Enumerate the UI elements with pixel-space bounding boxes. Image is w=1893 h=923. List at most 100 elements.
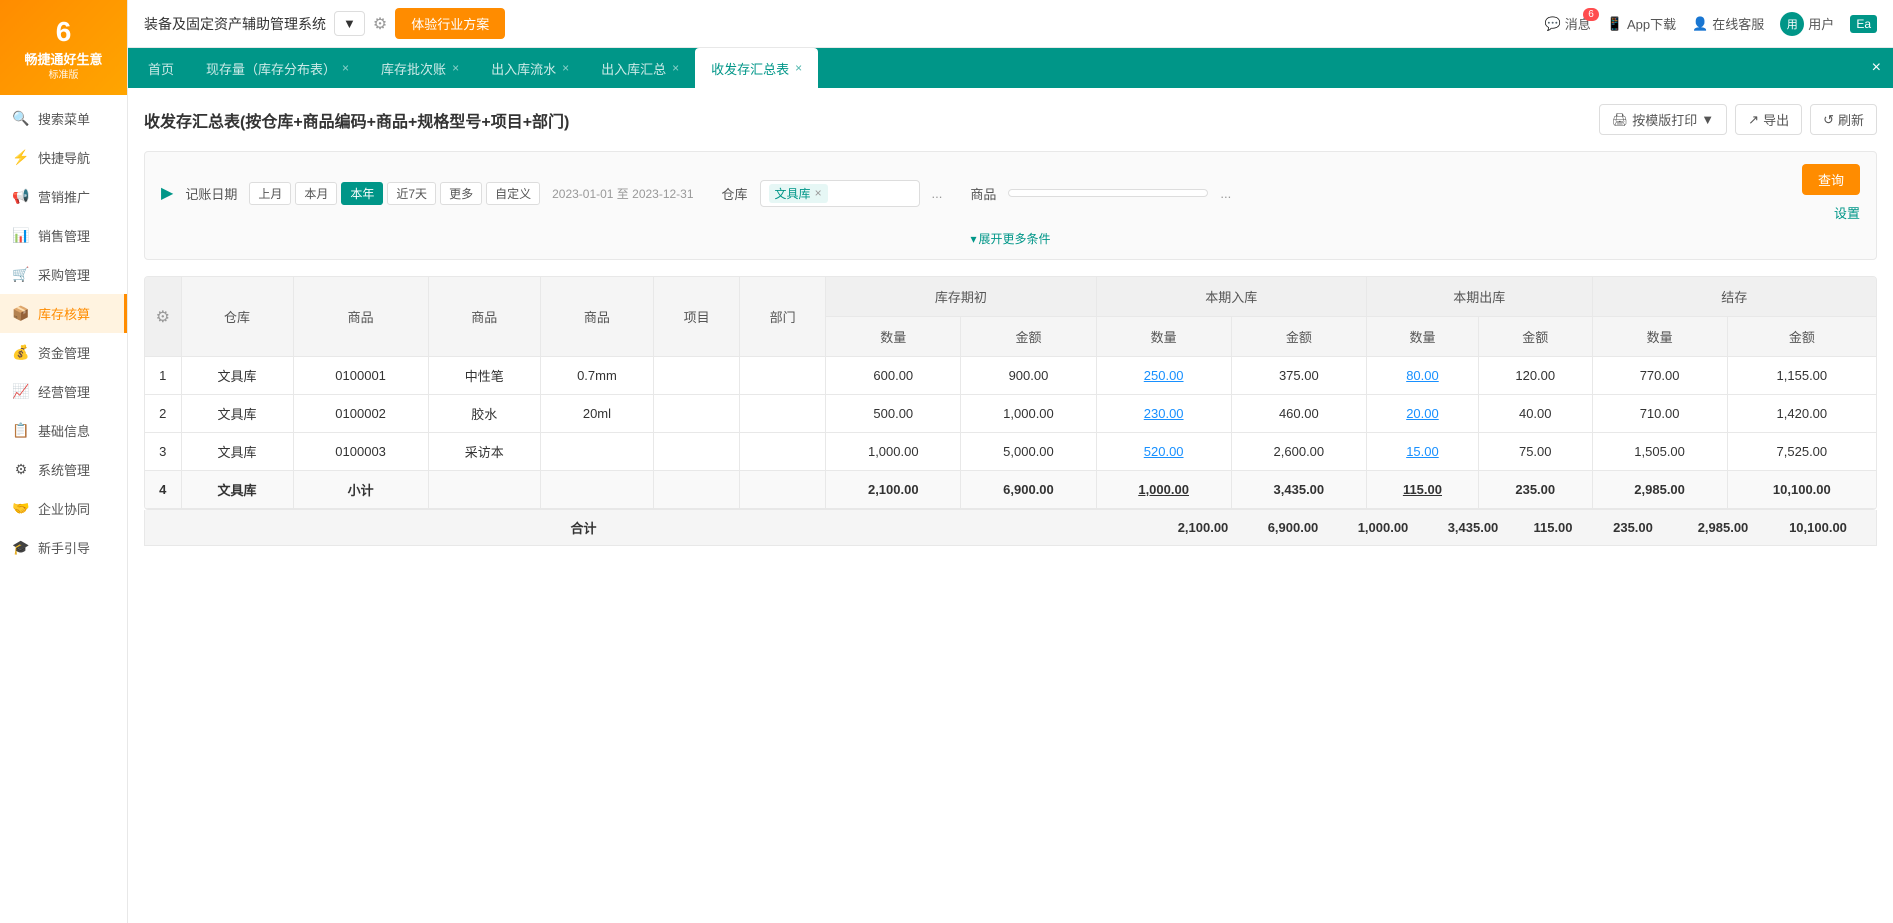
date-btn-custom[interactable]: 自定义 <box>486 182 540 205</box>
query-button[interactable]: 查询 <box>1802 164 1860 195</box>
tab-1[interactable]: 现存量（库存分布表）× <box>190 48 365 88</box>
tab-0[interactable]: 首页 <box>132 48 190 88</box>
online-service-item[interactable]: 👤 在线客服 <box>1692 14 1764 33</box>
warehouse-tag-close[interactable]: × <box>815 186 822 200</box>
date-btn-7days[interactable]: 近7天 <box>387 182 436 205</box>
tab-label-4: 出入库汇总 <box>601 59 666 78</box>
bal-qty-header: 数量 <box>1592 317 1727 357</box>
row-in-amt: 460.00 <box>1231 395 1366 433</box>
filter-area: ▶ 记账日期 上月 本月 本年 近7天 更多 自定义 2023-01-01 至 … <box>144 151 1877 260</box>
subtotal-row: 4 文具库 小计 2,100.00 6,900.00 1,000.00 3,43… <box>145 471 1876 509</box>
experience-button[interactable]: 体验行业方案 <box>395 8 505 39</box>
gear-icon[interactable]: ⚙ <box>373 14 387 34</box>
subtotal-in-qty[interactable]: 1,000.00 <box>1096 471 1231 509</box>
row-warehouse: 文具库 <box>181 433 293 471</box>
row-warehouse: 文具库 <box>181 357 293 395</box>
page-content: 收发存汇总表(按仓库+商品编码+商品+规格型号+项目+部门) 🖨 按模版打印 ▼… <box>128 88 1893 923</box>
total-out-qty: 115.00 <box>1518 520 1588 535</box>
sidebar-icon-9: ⚙ <box>12 461 30 479</box>
open-amt-header: 金额 <box>961 317 1096 357</box>
date-btn-cur-year[interactable]: 本年 <box>341 182 383 205</box>
tabs-close-all[interactable]: × <box>1864 55 1889 81</box>
data-table: ⚙ 仓库 商品 商品 商品 项目 部门 库存期初 本期入库 本期出库 结存 <box>145 277 1876 509</box>
sidebar-icon-2: 📢 <box>12 188 30 206</box>
date-btn-cur-month[interactable]: 本月 <box>295 182 337 205</box>
filter-arrow-icon[interactable]: ▶ <box>161 183 173 203</box>
row-in-qty[interactable]: 520.00 <box>1096 433 1231 471</box>
sidebar-item-3[interactable]: 📊销售管理 <box>0 216 127 255</box>
top-header: 装备及固定资产辅助管理系统 ▼ ⚙ 体验行业方案 💬 消息 6 📱 App下载 … <box>128 0 1893 48</box>
ea-item[interactable]: Ea <box>1850 15 1877 33</box>
sidebar-item-4[interactable]: 🛒采购管理 <box>0 255 127 294</box>
date-btn-more[interactable]: 更多 <box>440 182 482 205</box>
table-settings-icon[interactable]: ⚙ <box>156 309 170 326</box>
subtotal-bal-amt: 10,100.00 <box>1727 471 1876 509</box>
tab-3[interactable]: 出入库流水× <box>475 48 585 88</box>
sidebar-item-2[interactable]: 📢营销推广 <box>0 177 127 216</box>
user-item[interactable]: 用 用户 <box>1780 12 1834 36</box>
goods-more[interactable]: ... <box>1220 186 1231 201</box>
row-no: 3 <box>145 433 181 471</box>
tab-close-3[interactable]: × <box>562 61 569 75</box>
export-button[interactable]: ↗ 导出 <box>1735 104 1802 135</box>
row-spec: 0.7mm <box>540 357 653 395</box>
tab-label-5: 收发存汇总表 <box>711 59 789 78</box>
row-out-qty[interactable]: 20.00 <box>1366 395 1478 433</box>
sidebar-label-0: 搜索菜单 <box>38 109 90 128</box>
sidebar-item-10[interactable]: 🤝企业协同 <box>0 489 127 528</box>
row-in-qty[interactable]: 230.00 <box>1096 395 1231 433</box>
sidebar-item-7[interactable]: 📈经营管理 <box>0 372 127 411</box>
row-spec <box>540 433 653 471</box>
tab-close-2[interactable]: × <box>452 61 459 75</box>
sidebar-item-9[interactable]: ⚙系统管理 <box>0 450 127 489</box>
warehouse-more[interactable]: ... <box>932 186 943 201</box>
row-out-qty[interactable]: 80.00 <box>1366 357 1478 395</box>
col-dept-header: 部门 <box>740 277 826 357</box>
row-out-qty[interactable]: 15.00 <box>1366 433 1478 471</box>
tab-close-5[interactable]: × <box>795 61 802 75</box>
sidebar-item-11[interactable]: 🎓新手引导 <box>0 528 127 567</box>
app-download-item[interactable]: 📱 App下载 <box>1607 14 1676 33</box>
row-open-amt: 1,000.00 <box>961 395 1096 433</box>
sidebar-item-8[interactable]: 📋基础信息 <box>0 411 127 450</box>
system-dropdown[interactable]: ▼ <box>334 11 365 36</box>
tab-2[interactable]: 库存批次账 × <box>365 48 475 88</box>
goods-label: 商品 <box>970 184 996 203</box>
expand-conditions-button[interactable]: ▾ 展开更多条件 <box>970 230 1050 247</box>
row-code: 0100001 <box>293 357 428 395</box>
goods-input[interactable] <box>1008 189 1208 197</box>
print-button[interactable]: 🖨 按模版打印 ▼ <box>1599 104 1727 135</box>
sidebar-item-0[interactable]: 🔍搜索菜单 <box>0 99 127 138</box>
warehouse-input[interactable]: 文具库 × <box>760 180 920 207</box>
message-badge: 6 <box>1583 8 1599 21</box>
sidebar-label-4: 采购管理 <box>38 265 90 284</box>
date-btn-prev-month[interactable]: 上月 <box>249 182 291 205</box>
sidebar-label-1: 快捷导航 <box>38 148 90 167</box>
tab-5[interactable]: 收发存汇总表 × <box>695 48 818 88</box>
settings-link[interactable]: 设置 <box>1834 203 1860 222</box>
expand-conditions: ▾ 展开更多条件 <box>161 230 1860 247</box>
sidebar-item-6[interactable]: 💰资金管理 <box>0 333 127 372</box>
tab-label-0: 首页 <box>148 59 174 78</box>
table-row: 3 文具库 0100003 采访本 1,000.00 5,000.00 520.… <box>145 433 1876 471</box>
main-area: 装备及固定资产辅助管理系统 ▼ ⚙ 体验行业方案 💬 消息 6 📱 App下载 … <box>128 0 1893 923</box>
sidebar-item-5[interactable]: 📦库存核算 <box>0 294 127 333</box>
warehouse-tag[interactable]: 文具库 × <box>769 184 828 203</box>
filter-row: ▶ 记账日期 上月 本月 本年 近7天 更多 自定义 2023-01-01 至 … <box>161 164 1860 222</box>
total-in-qty: 1,000.00 <box>1338 520 1428 535</box>
row-in-qty[interactable]: 250.00 <box>1096 357 1231 395</box>
tab-close-1[interactable]: × <box>342 61 349 75</box>
col-warehouse-header: 仓库 <box>181 277 293 357</box>
total-open-amt: 6,900.00 <box>1248 520 1338 535</box>
refresh-button[interactable]: ↺ 刷新 <box>1810 104 1877 135</box>
sidebar-item-1[interactable]: ⚡快捷导航 <box>0 138 127 177</box>
subtotal-label: 小计 <box>293 471 428 509</box>
tab-label-2: 库存批次账 <box>381 59 446 78</box>
subtotal-out-qty[interactable]: 115.00 <box>1366 471 1478 509</box>
message-item[interactable]: 💬 消息 6 <box>1545 14 1591 33</box>
tab-close-4[interactable]: × <box>672 61 679 75</box>
date-buttons: 上月 本月 本年 近7天 更多 自定义 <box>249 182 540 205</box>
tab-4[interactable]: 出入库汇总 × <box>585 48 695 88</box>
col-balance-header: 结存 <box>1592 277 1876 317</box>
sidebar: 6 畅捷通好生意 标准版 🔍搜索菜单⚡快捷导航📢营销推广📊销售管理🛒采购管理📦库… <box>0 0 128 923</box>
